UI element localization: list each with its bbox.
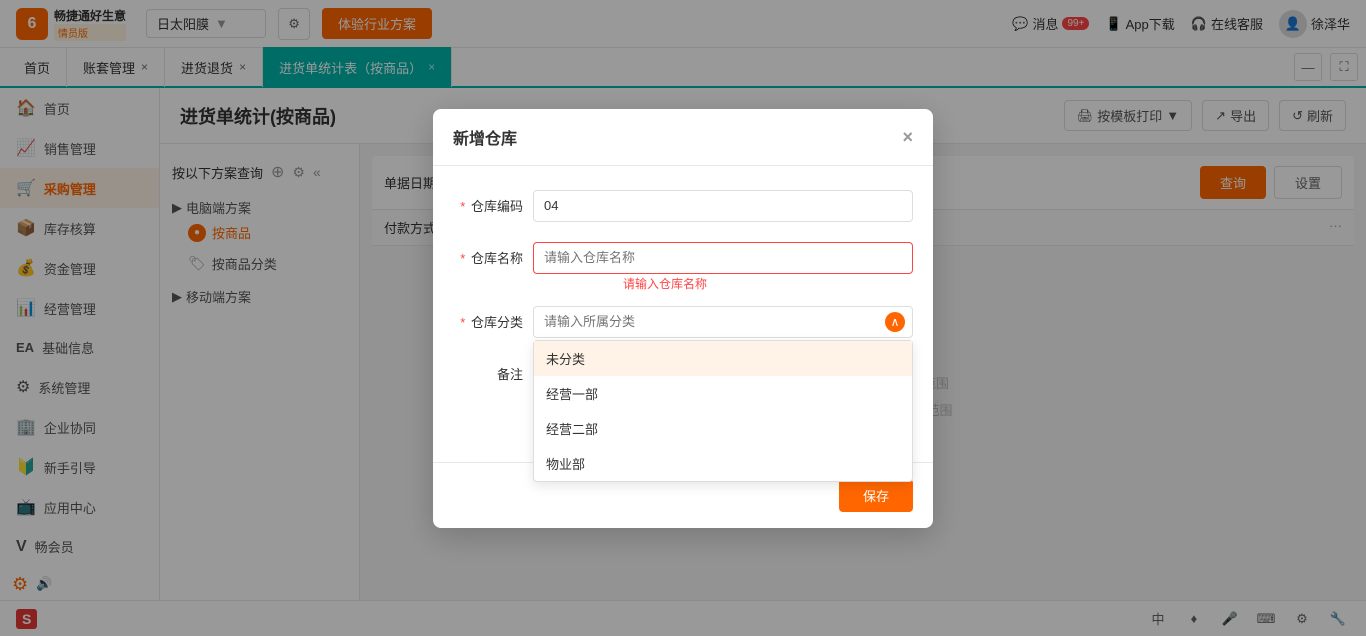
name-label: * 仓库名称 <box>453 242 533 267</box>
name-error-msg: 请输入仓库名称 <box>623 275 707 292</box>
warehouse-name-input[interactable] <box>533 242 913 274</box>
category-input[interactable] <box>533 306 913 338</box>
save-button[interactable]: 保存 <box>839 479 913 512</box>
note-label: 备注 <box>453 358 533 383</box>
modal-new-warehouse: 新增仓库 × * 仓库编码 * 仓库名称 请输入仓库名称 <box>433 109 933 528</box>
name-input-wrapper: 请输入仓库名称 <box>533 242 913 274</box>
form-row-category: * 仓库分类 ∧ 未分类 经营一部 经营二部 物业部 <box>453 306 913 338</box>
modal-title: 新增仓库 <box>453 125 517 149</box>
form-row-name: * 仓库名称 请输入仓库名称 <box>453 242 913 274</box>
code-label: * 仓库编码 <box>453 190 533 215</box>
dropdown-item-unclassified[interactable]: 未分类 <box>534 341 912 376</box>
dropdown-item-dept3[interactable]: 物业部 <box>534 446 912 481</box>
category-arrow-icon[interactable]: ∧ <box>885 312 905 332</box>
warehouse-code-input[interactable] <box>533 190 913 222</box>
modal-header: 新增仓库 × <box>433 109 933 166</box>
category-dropdown: 未分类 经营一部 经营二部 物业部 <box>533 340 913 482</box>
dropdown-item-dept1[interactable]: 经营一部 <box>534 376 912 411</box>
modal-close-button[interactable]: × <box>902 128 913 146</box>
category-label: * 仓库分类 <box>453 306 533 331</box>
modal-overlay[interactable]: 新增仓库 × * 仓库编码 * 仓库名称 请输入仓库名称 <box>0 0 1366 636</box>
category-select-wrapper: ∧ 未分类 经营一部 经营二部 物业部 <box>533 306 913 338</box>
form-row-code: * 仓库编码 <box>453 190 913 222</box>
modal-body: * 仓库编码 * 仓库名称 请输入仓库名称 * <box>433 166 933 462</box>
dropdown-item-dept2[interactable]: 经营二部 <box>534 411 912 446</box>
